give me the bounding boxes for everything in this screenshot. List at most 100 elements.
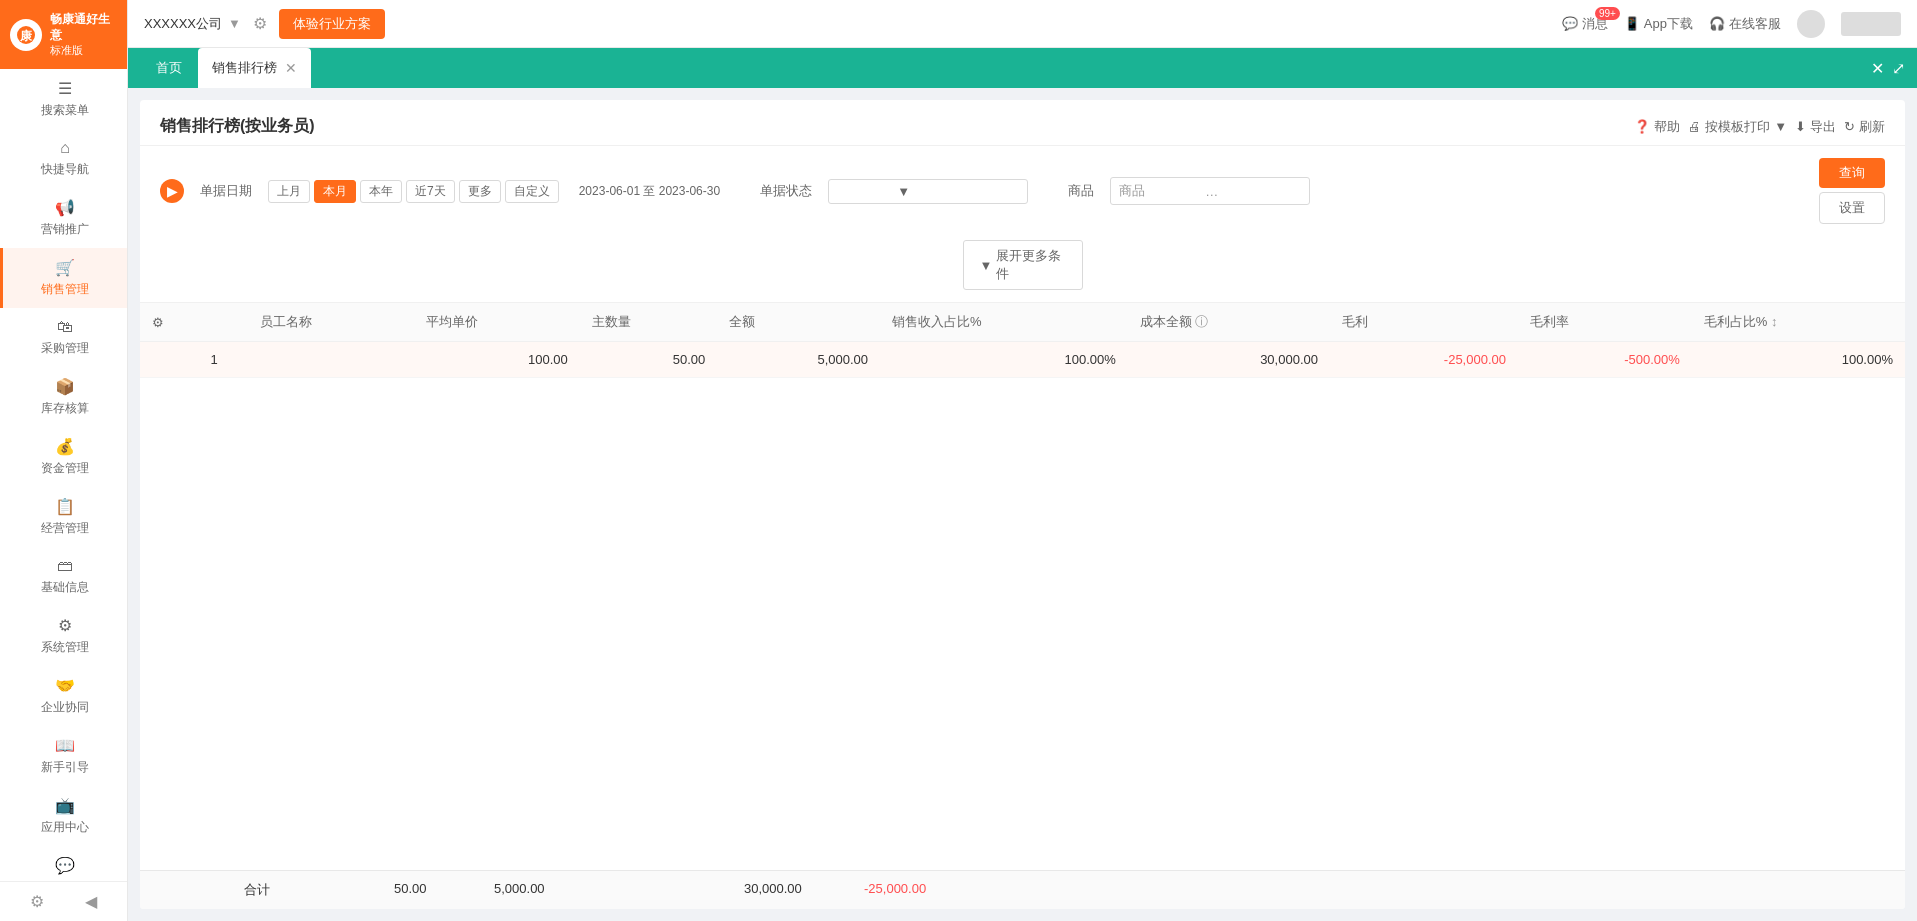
tab-sales-ranking[interactable]: 销售排行榜 ✕ bbox=[198, 48, 311, 88]
page-header: 销售排行榜(按业务员) ❓ 帮助 🖨 按模板打印 ▼ ⬇ 导出 bbox=[140, 100, 1905, 146]
topbar-right: 💬 消息 99+ 📱 App下载 🎧 在线客服 bbox=[1562, 10, 1901, 38]
collapse-icon[interactable]: ◀ bbox=[85, 892, 97, 911]
date-btn-prev-month[interactable]: 上月 bbox=[268, 180, 310, 203]
print-icon: 🖨 bbox=[1688, 119, 1701, 134]
app-download-btn[interactable]: 📱 App下载 bbox=[1624, 15, 1693, 33]
date-btn-custom[interactable]: 自定义 bbox=[505, 180, 559, 203]
restore-icon[interactable]: ⤢ bbox=[1892, 59, 1905, 78]
sidebar-item-marketing[interactable]: 📢 营销推广 bbox=[0, 188, 127, 248]
user-name bbox=[1841, 12, 1901, 36]
expand-icon: ▼ bbox=[980, 258, 993, 273]
company-name: XXXXXX公司 bbox=[144, 15, 222, 33]
sales-ranking-table: ⚙ 员工名称 平均单价 主数量 全额 销售收入占比% 成本全额 ⓘ 毛利 bbox=[140, 303, 1905, 378]
export-icon: ⬇ bbox=[1795, 119, 1806, 134]
refresh-btn[interactable]: ↻ 刷新 bbox=[1844, 118, 1885, 136]
finance-icon: 💰 bbox=[55, 437, 75, 456]
sidebar-item-finance[interactable]: 💰 资金管理 bbox=[0, 427, 127, 487]
date-btn-more[interactable]: 更多 bbox=[459, 180, 501, 203]
footer-sales-pct bbox=[602, 881, 732, 899]
print-btn[interactable]: 🖨 按模板打印 ▼ bbox=[1688, 118, 1787, 136]
filter-toggle-btn[interactable]: ▶ bbox=[160, 179, 184, 203]
td-amount: 5,000.00 bbox=[717, 342, 880, 378]
th-amount: 全额 bbox=[717, 303, 880, 342]
operation-icon: 📋 bbox=[55, 497, 75, 516]
date-btn-group: 上月 本月 本年 近7天 更多 自定义 bbox=[268, 180, 559, 203]
status-select[interactable]: ▼ bbox=[828, 179, 1028, 204]
expand-more-conditions-btn[interactable]: ▼ 展开更多条件 bbox=[963, 240, 1083, 290]
th-gross-pct: 毛利占比% ↕ bbox=[1692, 303, 1905, 342]
guide-icon: 📖 bbox=[55, 736, 75, 755]
sidebar-item-purchase[interactable]: 🛍 采购管理 bbox=[0, 308, 127, 367]
help-btn[interactable]: ❓ 帮助 bbox=[1634, 118, 1680, 136]
table-footer: 合计 50.00 5,000.00 30,000.00 -25,000.00 bbox=[140, 870, 1905, 909]
cooperation-icon: 🤝 bbox=[55, 676, 75, 695]
query-button[interactable]: 查询 bbox=[1819, 158, 1885, 188]
logo-icon: 康 bbox=[10, 19, 42, 51]
th-avg-price: 平均单价 bbox=[414, 303, 580, 342]
inventory-icon: 📦 bbox=[55, 377, 75, 396]
sidebar-item-app-center[interactable]: 📺 应用中心 bbox=[0, 786, 127, 846]
sidebar-item-guide[interactable]: 📖 新手引导 bbox=[0, 726, 127, 786]
marketing-icon: 📢 bbox=[55, 198, 75, 217]
sidebar-item-quick-nav[interactable]: ⌂ 快捷导航 bbox=[0, 129, 127, 188]
purchase-icon: 🛍 bbox=[57, 318, 73, 336]
footer-amount: 5,000.00 bbox=[482, 881, 602, 899]
sidebar-item-cooperation[interactable]: 🤝 企业协同 bbox=[0, 666, 127, 726]
filter-row-1: ▶ 单据日期 上月 本月 本年 近7天 更多 自定义 2023-06-01 至 … bbox=[160, 158, 1885, 224]
online-service-btn[interactable]: 🎧 在线客服 bbox=[1709, 15, 1781, 33]
footer-label bbox=[152, 881, 232, 899]
table-header-row: ⚙ 员工名称 平均单价 主数量 全额 销售收入占比% 成本全额 ⓘ 毛利 bbox=[140, 303, 1905, 342]
content-area: 销售排行榜(按业务员) ❓ 帮助 🖨 按模板打印 ▼ ⬇ 导出 bbox=[128, 88, 1917, 921]
bottom-settings-icon[interactable]: ⚙ bbox=[30, 892, 44, 911]
sidebar-item-operation[interactable]: 📋 经营管理 bbox=[0, 487, 127, 547]
page-panel: 销售排行榜(按业务员) ❓ 帮助 🖨 按模板打印 ▼ ⬇ 导出 bbox=[140, 100, 1905, 909]
sidebar-item-inventory[interactable]: 📦 库存核算 bbox=[0, 367, 127, 427]
date-btn-7days[interactable]: 近7天 bbox=[406, 180, 455, 203]
goods-select[interactable]: 商品 … bbox=[1110, 177, 1310, 205]
goods-filter-label: 商品 bbox=[1068, 182, 1094, 200]
th-cost: 成本全额 ⓘ bbox=[1128, 303, 1330, 342]
export-btn[interactable]: ⬇ 导出 bbox=[1795, 118, 1836, 136]
msg-badge: 99+ bbox=[1595, 7, 1620, 20]
chevron-down-icon: ▼ bbox=[228, 16, 241, 31]
th-qty: 主数量 bbox=[580, 303, 717, 342]
industry-btn[interactable]: 体验行业方案 bbox=[279, 9, 385, 39]
td-employee bbox=[248, 342, 414, 378]
sidebar-item-search-order[interactable]: ☰ 搜索菜单 bbox=[0, 69, 127, 129]
sidebar-item-sales[interactable]: 🛒 销售管理 bbox=[0, 248, 127, 308]
more-options-icon: … bbox=[1205, 184, 1218, 199]
system-icon: ⚙ bbox=[58, 616, 72, 635]
date-btn-current-year[interactable]: 本年 bbox=[360, 180, 402, 203]
th-gross: 毛利 bbox=[1330, 303, 1518, 342]
message-btn[interactable]: 💬 消息 99+ bbox=[1562, 15, 1608, 33]
company-selector[interactable]: XXXXXX公司 ▼ bbox=[144, 15, 241, 33]
tab-close-icon[interactable]: ✕ bbox=[285, 60, 297, 76]
footer-qty: 50.00 bbox=[382, 881, 482, 899]
close-all-tabs-icon[interactable]: ✕ bbox=[1871, 59, 1884, 78]
page-title: 销售排行榜(按业务员) bbox=[160, 116, 1634, 137]
date-btn-current-month[interactable]: 本月 bbox=[314, 180, 356, 203]
td-qty: 50.00 bbox=[580, 342, 717, 378]
footer-label-text: 合计 bbox=[232, 881, 282, 899]
footer-gross: -25,000.00 bbox=[852, 881, 938, 899]
sidebar-item-system[interactable]: ⚙ 系统管理 bbox=[0, 606, 127, 666]
avatar[interactable] bbox=[1797, 10, 1825, 38]
footer-cost: 30,000.00 bbox=[732, 881, 852, 899]
date-filter-label: 单据日期 bbox=[200, 182, 252, 200]
sidebar-item-wechat[interactable]: 💬 企业微信 bbox=[0, 846, 127, 881]
tab-home[interactable]: 首页 bbox=[140, 48, 198, 88]
settings-gear-icon[interactable]: ⚙ bbox=[253, 14, 267, 33]
sidebar-item-basic-info[interactable]: 🗃 基础信息 bbox=[0, 547, 127, 606]
basic-info-icon: 🗃 bbox=[57, 557, 73, 575]
sidebar-logo: 康 畅康通好生意 标准版 bbox=[0, 0, 127, 69]
date-range-display: 2023-06-01 至 2023-06-30 bbox=[579, 183, 720, 200]
search-order-icon: ☰ bbox=[58, 79, 72, 98]
th-settings[interactable]: ⚙ bbox=[140, 303, 180, 342]
td-gross-rate: -500.00% bbox=[1518, 342, 1692, 378]
svg-text:康: 康 bbox=[19, 29, 33, 43]
settings-button[interactable]: 设置 bbox=[1819, 192, 1885, 224]
refresh-icon: ↻ bbox=[1844, 119, 1855, 134]
status-filter-label: 单据状态 bbox=[760, 182, 812, 200]
home-icon: ⌂ bbox=[60, 139, 70, 157]
th-rank bbox=[180, 303, 248, 342]
